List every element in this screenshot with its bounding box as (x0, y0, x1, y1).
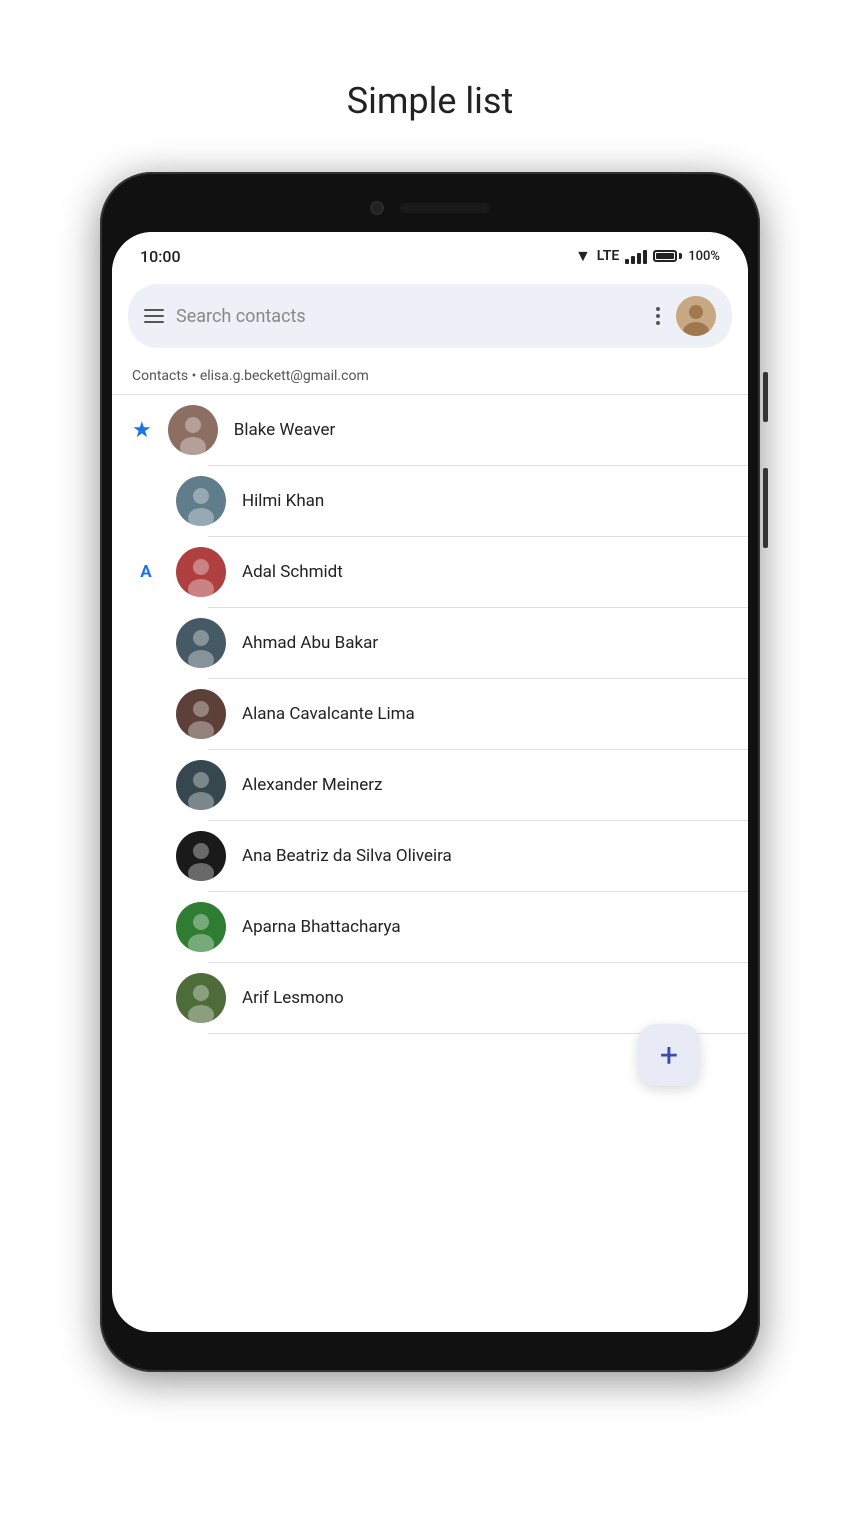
contact-row[interactable]: Ahmad Abu Bakar (112, 608, 748, 678)
search-input[interactable]: Search contacts (176, 306, 640, 327)
contact-row[interactable]: Arif Lesmono (112, 963, 748, 1033)
wifi-icon: ▼ (575, 246, 591, 266)
contact-list: ★ Blake Weaver Hilmi KhanA Adal Schmidt … (112, 395, 748, 1034)
contact-name: Alana Cavalcante Lima (242, 704, 415, 724)
fab-area: + (112, 1024, 748, 1086)
contact-row[interactable]: Aparna Bhattacharya (112, 892, 748, 962)
contact-avatar (176, 547, 226, 597)
contact-avatar (168, 405, 218, 455)
power-button (763, 468, 768, 548)
volume-button (763, 372, 768, 422)
account-avatar[interactable] (676, 296, 716, 336)
contact-row[interactable]: Ana Beatriz da Silva Oliveira (112, 821, 748, 891)
status-time: 10:00 (140, 247, 181, 266)
battery-tip (679, 253, 682, 259)
signal-bar-3 (637, 253, 641, 264)
contact-row[interactable]: Alexander Meinerz (112, 750, 748, 820)
contact-avatar (176, 760, 226, 810)
contact-name: Hilmi Khan (242, 491, 324, 511)
contact-avatar (176, 689, 226, 739)
contact-name: Arif Lesmono (242, 988, 344, 1008)
contact-avatar (176, 618, 226, 668)
contact-row[interactable]: Alana Cavalcante Lima (112, 679, 748, 749)
battery-body (653, 250, 677, 262)
phone-screen: 10:00 ▼ LTE 100% (112, 232, 748, 1332)
signal-bar-2 (631, 256, 635, 264)
account-subtitle: Contacts • elisa.g.beckett@gmail.com (112, 362, 748, 394)
signal-bars (625, 248, 647, 264)
contact-avatar (176, 973, 226, 1023)
signal-bar-4 (643, 250, 647, 264)
hamburger-line-3 (144, 321, 164, 323)
speaker (400, 203, 490, 213)
phone-shell: 10:00 ▼ LTE 100% (100, 172, 760, 1372)
battery-icon (653, 250, 682, 262)
hamburger-line-2 (144, 315, 164, 317)
starred-mark: ★ (132, 418, 152, 443)
contact-avatar (176, 476, 226, 526)
lte-label: LTE (597, 248, 619, 264)
contact-name: Ahmad Abu Bakar (242, 633, 378, 653)
hamburger-line-1 (144, 309, 164, 311)
contact-name: Blake Weaver (234, 420, 336, 440)
battery-fill (656, 253, 674, 259)
status-bar: 10:00 ▼ LTE 100% (112, 232, 748, 274)
search-bar[interactable]: Search contacts (128, 284, 732, 348)
phone-top-bar (112, 184, 748, 232)
hamburger-icon[interactable] (144, 309, 164, 323)
contact-row[interactable]: Hilmi Khan (112, 466, 748, 536)
contact-avatar (176, 902, 226, 952)
contact-row[interactable]: A Adal Schmidt (112, 537, 748, 607)
contact-name: Aparna Bhattacharya (242, 917, 401, 937)
contact-name: Alexander Meinerz (242, 775, 382, 795)
status-icons: ▼ LTE 100% (575, 246, 720, 266)
front-camera (370, 201, 384, 215)
contact-row[interactable]: ★ Blake Weaver (112, 395, 748, 465)
more-options-icon[interactable] (652, 305, 664, 327)
add-contact-fab[interactable]: + (638, 1024, 700, 1086)
search-bar-container: Search contacts (112, 274, 748, 362)
contact-name: Adal Schmidt (242, 562, 343, 582)
section-letter: A (132, 562, 160, 582)
phone-side-buttons (763, 372, 768, 548)
signal-bar-1 (625, 259, 629, 264)
page-title: Simple list (347, 80, 514, 122)
contact-name: Ana Beatriz da Silva Oliveira (242, 846, 452, 866)
contact-avatar (176, 831, 226, 881)
battery-percentage: 100% (688, 249, 720, 264)
